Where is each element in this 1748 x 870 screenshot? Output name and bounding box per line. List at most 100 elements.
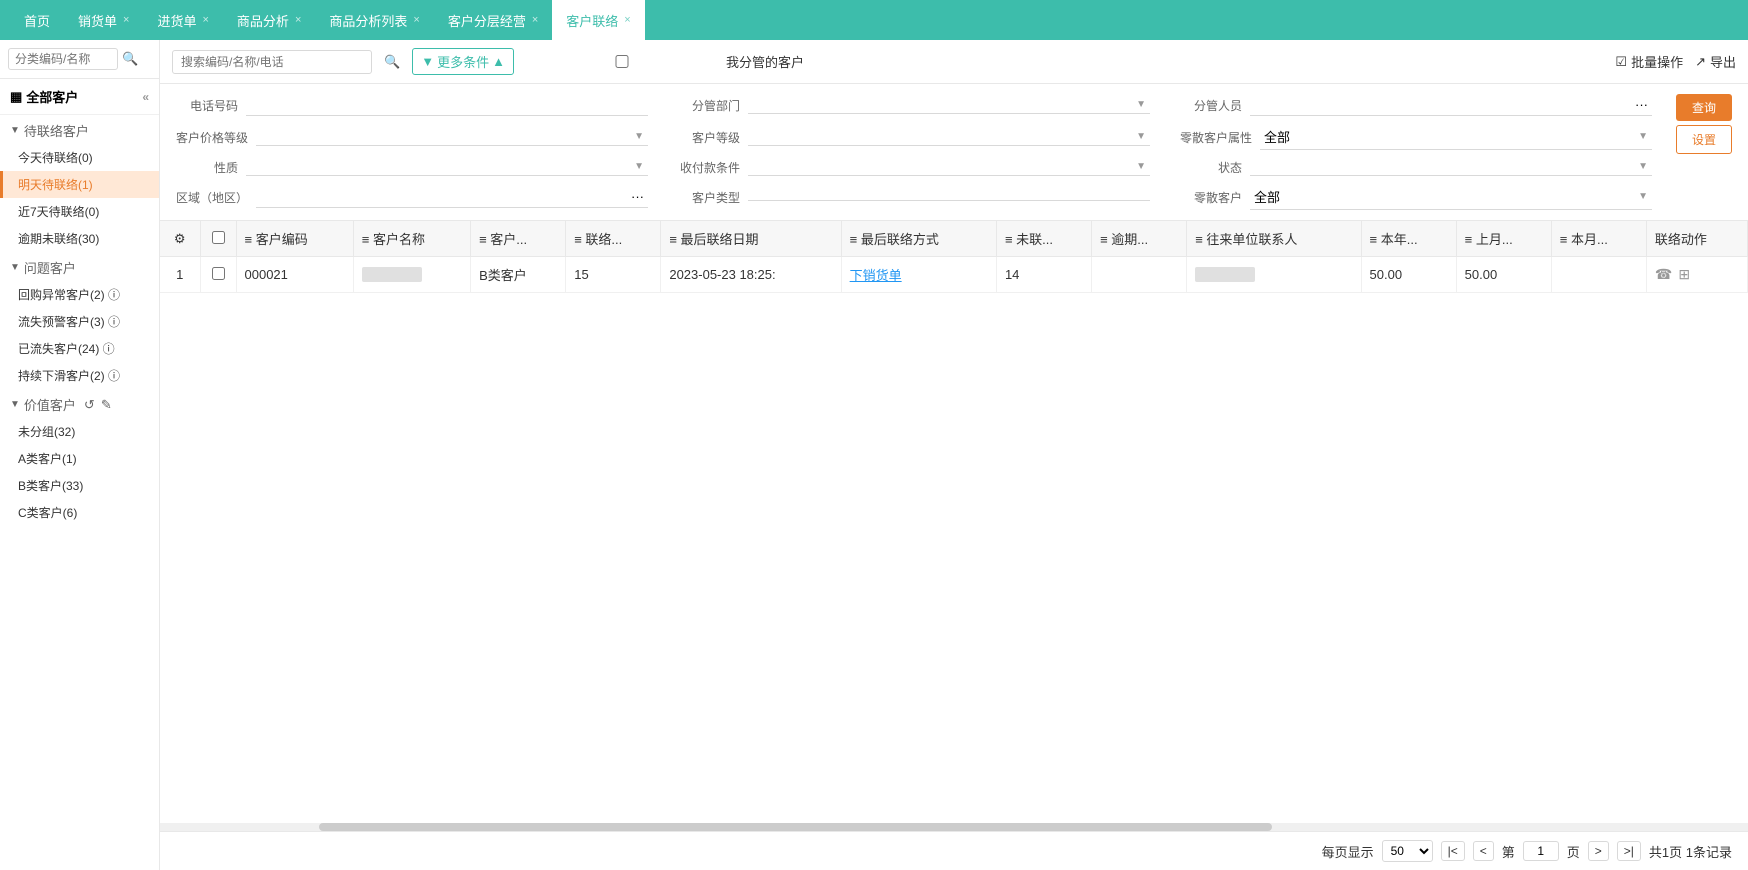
sidebar-search-input[interactable]: [8, 48, 118, 70]
next-page-button[interactable]: >: [1588, 841, 1609, 861]
table-body: 1 000021 B类客户 15 2023-05-23 18:25:: [160, 257, 1748, 293]
search-input[interactable]: [172, 50, 372, 74]
arrow-down-icon-3: ▼: [10, 399, 20, 410]
person-label: 分管人员: [1180, 97, 1250, 114]
dept-select[interactable]: ▼: [748, 96, 1150, 114]
export-button[interactable]: ↗ 导出: [1695, 52, 1736, 71]
customer-level-select[interactable]: ▼: [748, 128, 1150, 146]
nav-product-analysis-list[interactable]: 商品分析列表 ×: [315, 0, 433, 40]
data-table-area: ⚙ ≡ 客户编码 ≡ 客户名称 ≡ 客户...: [160, 221, 1748, 823]
edit-icon[interactable]: ✎: [101, 397, 112, 413]
nav-sales-order[interactable]: 销货单 ×: [64, 0, 143, 40]
nav-product-analysis[interactable]: 商品分析 ×: [223, 0, 315, 40]
my-customers-checkbox-label[interactable]: 我分管的客户: [522, 52, 804, 71]
close-purchase-order-icon[interactable]: ×: [202, 14, 208, 26]
phone-input[interactable]: [246, 95, 648, 116]
table-scroll-bar[interactable]: [160, 823, 1748, 831]
filter-row-1: 电话号码 分管部门 ▼ 分管人员: [176, 94, 1652, 116]
payment-select[interactable]: ▼: [748, 158, 1150, 176]
sidebar-item-tomorrow-contact[interactable]: 明天待联络(1): [0, 171, 159, 198]
column-contact-person[interactable]: ≡ 往来单位联系人: [1187, 221, 1361, 257]
nav-home[interactable]: 首页: [10, 0, 64, 40]
retail-attr-select[interactable]: 全部 ▼: [1260, 124, 1652, 150]
chevron-up-icon: ▲: [492, 54, 505, 69]
column-customer-type[interactable]: ≡ 客户...: [471, 221, 566, 257]
cell-last-contact-date: 2023-05-23 18:25:: [661, 257, 841, 293]
close-sales-order-icon[interactable]: ×: [123, 14, 129, 26]
sidebar-item-class-a[interactable]: A类客户(1): [0, 445, 159, 472]
nav-customer-contact[interactable]: 客户联络 ×: [552, 0, 644, 40]
sidebar-item-ungrouped[interactable]: 未分组(32): [0, 418, 159, 445]
chevron-down-icon-8: ▼: [1638, 191, 1648, 202]
sidebar-item-7day-contact[interactable]: 近7天待联络(0): [0, 198, 159, 225]
last-page-button[interactable]: >|: [1617, 841, 1641, 861]
page-unit: 页: [1567, 842, 1580, 861]
page-number-input[interactable]: [1523, 841, 1559, 861]
sidebar-item-class-c[interactable]: C类客户(6): [0, 499, 159, 526]
close-customer-tier-icon[interactable]: ×: [532, 14, 538, 26]
query-button[interactable]: 查询: [1676, 94, 1732, 121]
sidebar-search-icon[interactable]: 🔍: [122, 51, 138, 67]
column-contact[interactable]: ≡ 联络...: [566, 221, 661, 257]
sidebar-item-class-b[interactable]: B类客户(33): [0, 472, 159, 499]
batch-op-button[interactable]: ☑ 批量操作: [1615, 52, 1683, 71]
column-this-year[interactable]: ≡ 本年...: [1361, 221, 1456, 257]
sidebar-item-today-contact[interactable]: 今天待联络(0): [0, 144, 159, 171]
sidebar-item-overdue-contact[interactable]: 逾期未联络(30): [0, 225, 159, 252]
my-customers-checkbox[interactable]: [522, 55, 722, 68]
customer-type-label: 客户类型: [678, 189, 748, 206]
close-customer-contact-icon[interactable]: ×: [624, 14, 630, 26]
column-customer-name[interactable]: ≡ 客户名称: [353, 221, 470, 257]
select-all-checkbox[interactable]: [212, 231, 225, 244]
more-filter-button[interactable]: ▼ 更多条件 ▲: [412, 48, 514, 75]
sidebar-item-churn-warning[interactable]: 流失预警客户(3) ⓘ: [0, 308, 159, 335]
region-select[interactable]: ···: [256, 186, 648, 208]
sidebar-item-churned[interactable]: 已流失客户(24) ⓘ: [0, 335, 159, 362]
search-button-icon[interactable]: 🔍: [380, 50, 404, 74]
settings-button[interactable]: 设置: [1676, 125, 1732, 154]
row-checkbox[interactable]: [212, 267, 225, 280]
cell-last-contact-method[interactable]: 下销货单: [841, 257, 996, 293]
nature-select[interactable]: ▼: [246, 158, 648, 176]
prev-page-button[interactable]: <: [1473, 841, 1494, 861]
first-page-button[interactable]: |<: [1441, 841, 1465, 861]
retail-customer-select[interactable]: 全部 ▼: [1250, 184, 1652, 210]
column-last-contact-date[interactable]: ≡ 最后联络日期: [661, 221, 841, 257]
retail-customer-label: 零散客户: [1180, 189, 1250, 206]
arrow-down-icon: ▼: [10, 125, 20, 136]
sidebar-all-customers[interactable]: ▦ 全部客户 «: [0, 79, 159, 115]
column-settings[interactable]: ⚙: [160, 221, 200, 257]
close-product-analysis-list-icon[interactable]: ×: [413, 14, 419, 26]
column-overdue[interactable]: ≡ 逾期...: [1092, 221, 1187, 257]
nav-customer-tier[interactable]: 客户分层经营 ×: [434, 0, 552, 40]
phone-label: 电话号码: [176, 97, 246, 114]
price-level-select[interactable]: ▼: [256, 128, 648, 146]
filter-cell-customer-type: 客户类型: [678, 189, 1150, 206]
total-records-label: 共1页 1条记录: [1649, 842, 1732, 861]
cell-overdue: [1092, 257, 1187, 293]
main-layout: 🔍 ▦ 全部客户 « ▼ 待联络客户 今天待联络(0) 明天待联络(1) 近7天…: [0, 40, 1748, 870]
filter-cell-price-level: 客户价格等级 ▼: [176, 128, 648, 146]
sidebar-item-declining[interactable]: 持续下滑客户(2) ⓘ: [0, 362, 159, 389]
close-product-analysis-icon[interactable]: ×: [295, 14, 301, 26]
status-select[interactable]: ▼: [1250, 158, 1652, 176]
refresh-icon[interactable]: ↺: [84, 397, 95, 413]
page-size-select[interactable]: 50 100 200: [1382, 840, 1433, 862]
column-last-month[interactable]: ≡ 上月...: [1456, 221, 1551, 257]
filter-row-4: 区域（地区） ··· 客户类型: [176, 184, 1652, 210]
customer-type-select[interactable]: [748, 194, 1150, 201]
person-select[interactable]: ···: [1250, 94, 1652, 116]
phone-action-icon[interactable]: ☎: [1655, 266, 1672, 283]
cell-checkbox[interactable]: [200, 257, 236, 293]
column-last-contact-method[interactable]: ≡ 最后联络方式: [841, 221, 996, 257]
price-level-label: 客户价格等级: [176, 129, 256, 146]
contact-method-link[interactable]: 下销货单: [850, 268, 902, 283]
nav-purchase-order[interactable]: 进货单 ×: [143, 0, 222, 40]
section-title-waiting: ▼ 待联络客户: [0, 115, 159, 144]
sidebar-collapse-icon[interactable]: «: [142, 90, 149, 104]
sidebar-item-repurchase-abnormal[interactable]: 回购异常客户(2) ⓘ: [0, 281, 159, 308]
column-this-month[interactable]: ≡ 本月...: [1551, 221, 1646, 257]
column-customer-code[interactable]: ≡ 客户编码: [236, 221, 353, 257]
qr-action-icon[interactable]: ⊞: [1678, 266, 1690, 283]
column-not-contacted[interactable]: ≡ 未联...: [996, 221, 1091, 257]
